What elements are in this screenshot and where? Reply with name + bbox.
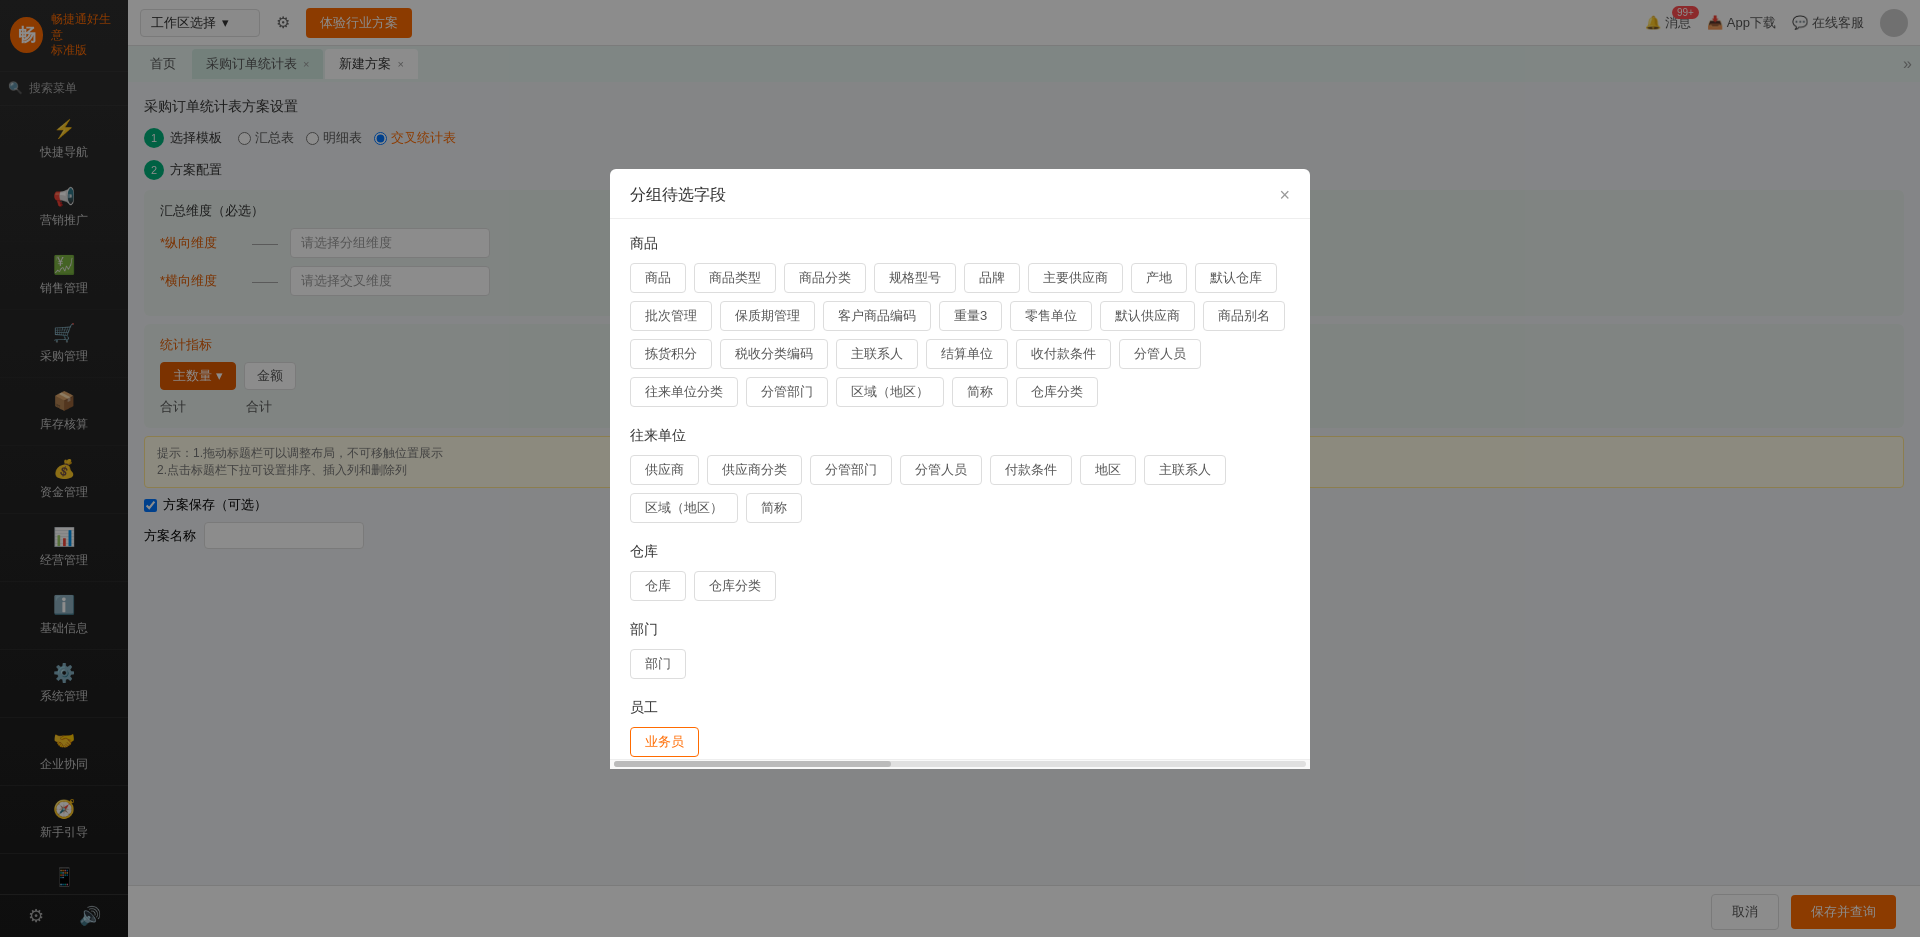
- warehouse-field-grid: 仓库 仓库分类: [630, 571, 1290, 601]
- field-tag-warehouse-category[interactable]: 仓库分类: [694, 571, 776, 601]
- field-tag-region-area[interactable]: 区域（地区）: [836, 377, 944, 407]
- field-tag-payment-terms2[interactable]: 付款条件: [990, 455, 1072, 485]
- field-tag-short-name[interactable]: 简称: [952, 377, 1008, 407]
- modal-section-staff: 员工 业务员: [630, 699, 1290, 757]
- field-tag-spec-model[interactable]: 规格型号: [874, 263, 956, 293]
- field-tag-payment-terms[interactable]: 收付款条件: [1016, 339, 1111, 369]
- field-tag-manager[interactable]: 分管人员: [1119, 339, 1201, 369]
- field-tag-weight3[interactable]: 重量3: [939, 301, 1002, 331]
- field-tag-supplier[interactable]: 供应商: [630, 455, 699, 485]
- field-tag-settlement-unit[interactable]: 结算单位: [926, 339, 1008, 369]
- modal-section-goods: 商品 商品 商品类型 商品分类 规格型号 品牌 主要供应商 产地 默认仓库 批次…: [630, 235, 1290, 407]
- field-tag-quality-mgmt[interactable]: 保质期管理: [720, 301, 815, 331]
- modal-hscroll-track: [614, 761, 1306, 767]
- modal-section-partner-title: 往来单位: [630, 427, 1290, 445]
- modal-title: 分组待选字段: [630, 185, 726, 206]
- field-tag-goods-type[interactable]: 商品类型: [694, 263, 776, 293]
- modal-section-staff-title: 员工: [630, 699, 1290, 717]
- modal-section-warehouse: 仓库 仓库 仓库分类: [630, 543, 1290, 601]
- field-tag-default-warehouse[interactable]: 默认仓库: [1195, 263, 1277, 293]
- field-tag-main-contact2[interactable]: 主联系人: [1144, 455, 1226, 485]
- field-tag-default-supplier[interactable]: 默认供应商: [1100, 301, 1195, 331]
- field-tag-managed-dept[interactable]: 分管部门: [746, 377, 828, 407]
- modal-hscroll-thumb: [614, 761, 891, 767]
- modal-header: 分组待选字段 ×: [610, 169, 1310, 219]
- modal-body: 商品 商品 商品类型 商品分类 规格型号 品牌 主要供应商 产地 默认仓库 批次…: [610, 219, 1310, 760]
- modal-overlay: 分组待选字段 × 商品 商品 商品类型 商品分类 规格型号 品牌 主要供应商 产…: [0, 0, 1920, 937]
- field-tag-managed-dept2[interactable]: 分管部门: [810, 455, 892, 485]
- field-tag-warehouse[interactable]: 仓库: [630, 571, 686, 601]
- field-tag-short-name2[interactable]: 简称: [746, 493, 802, 523]
- modal-section-dept: 部门 部门: [630, 621, 1290, 679]
- modal-section-warehouse-title: 仓库: [630, 543, 1290, 561]
- goods-field-grid: 商品 商品类型 商品分类 规格型号 品牌 主要供应商 产地 默认仓库 批次管理 …: [630, 263, 1290, 407]
- field-tag-origin-unit-cat[interactable]: 往来单位分类: [630, 377, 738, 407]
- field-tag-goods-alias[interactable]: 商品别名: [1203, 301, 1285, 331]
- field-tag-brand[interactable]: 品牌: [964, 263, 1020, 293]
- field-tag-main-contact[interactable]: 主联系人: [836, 339, 918, 369]
- field-tag-goods-category[interactable]: 商品分类: [784, 263, 866, 293]
- field-tag-tax-code[interactable]: 税收分类编码: [720, 339, 828, 369]
- staff-field-grid: 业务员: [630, 727, 1290, 757]
- modal-section-dept-title: 部门: [630, 621, 1290, 639]
- partner-field-grid: 供应商 供应商分类 分管部门 分管人员 付款条件 地区 主联系人 区域（地区） …: [630, 455, 1290, 523]
- field-tag-retail-unit[interactable]: 零售单位: [1010, 301, 1092, 331]
- field-tag-managed-person2[interactable]: 分管人员: [900, 455, 982, 485]
- modal-close-button[interactable]: ×: [1279, 185, 1290, 206]
- field-tag-dept[interactable]: 部门: [630, 649, 686, 679]
- field-tag-warehouse-cat[interactable]: 仓库分类: [1016, 377, 1098, 407]
- field-tag-origin[interactable]: 产地: [1131, 263, 1187, 293]
- modal-section-goods-title: 商品: [630, 235, 1290, 253]
- dept-field-grid: 部门: [630, 649, 1290, 679]
- modal-section-partner: 往来单位 供应商 供应商分类 分管部门 分管人员 付款条件 地区 主联系人 区域…: [630, 427, 1290, 523]
- field-tag-customer-code[interactable]: 客户商品编码: [823, 301, 931, 331]
- modal-horizontal-scrollbar[interactable]: [610, 759, 1310, 769]
- field-tag-goods[interactable]: 商品: [630, 263, 686, 293]
- field-tag-pick-points[interactable]: 拣货积分: [630, 339, 712, 369]
- field-tag-main-supplier[interactable]: 主要供应商: [1028, 263, 1123, 293]
- field-tag-salesperson[interactable]: 业务员: [630, 727, 699, 757]
- modal-dialog: 分组待选字段 × 商品 商品 商品类型 商品分类 规格型号 品牌 主要供应商 产…: [610, 169, 1310, 769]
- field-tag-batch-mgmt[interactable]: 批次管理: [630, 301, 712, 331]
- field-tag-supplier-cat[interactable]: 供应商分类: [707, 455, 802, 485]
- field-tag-region2[interactable]: 地区: [1080, 455, 1136, 485]
- field-tag-region-area2[interactable]: 区域（地区）: [630, 493, 738, 523]
